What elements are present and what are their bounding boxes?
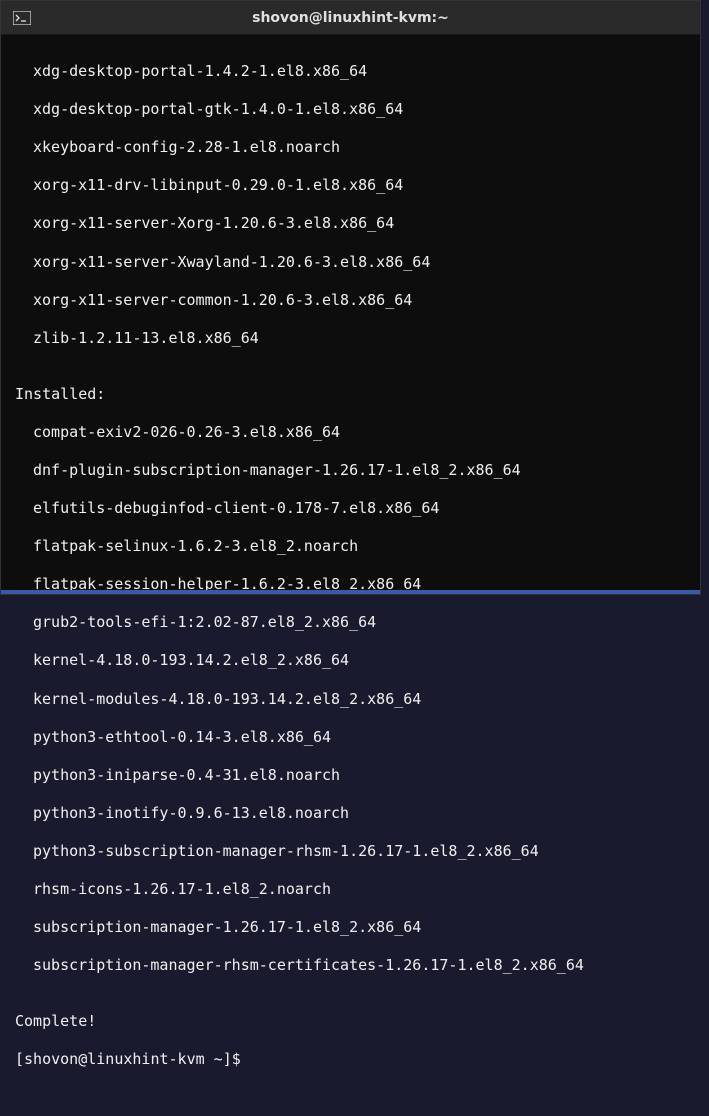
package-line: kernel-modules-4.18.0-193.14.2.el8_2.x86… [15, 690, 686, 709]
package-line: xdg-desktop-portal-gtk-1.4.0-1.el8.x86_6… [15, 100, 686, 119]
installed-header: Installed: [15, 385, 686, 404]
package-line: elfutils-debuginfod-client-0.178-7.el8.x… [15, 499, 686, 518]
package-line: subscription-manager-rhsm-certificates-1… [15, 956, 686, 975]
package-line: python3-ethtool-0.14-3.el8.x86_64 [15, 728, 686, 747]
shell-prompt[interactable]: [shovon@linuxhint-kvm ~]$ [15, 1050, 686, 1069]
complete-text: Complete! [15, 1012, 686, 1031]
package-line: xdg-desktop-portal-1.4.2-1.el8.x86_64 [15, 62, 686, 81]
titlebar: shovon@linuxhint-kvm:~ [1, 1, 700, 35]
cursor [250, 1050, 259, 1068]
prompt-text: [shovon@linuxhint-kvm ~]$ [15, 1050, 250, 1069]
package-line: rhsm-icons-1.26.17-1.el8_2.noarch [15, 880, 686, 899]
package-line: flatpak-selinux-1.6.2-3.el8_2.noarch [15, 537, 686, 556]
package-line: dnf-plugin-subscription-manager-1.26.17-… [15, 461, 686, 480]
terminal-icon [13, 11, 31, 25]
terminal-window: shovon@linuxhint-kvm:~ xdg-desktop-porta… [0, 0, 701, 595]
package-line: python3-iniparse-0.4-31.el8.noarch [15, 766, 686, 785]
package-line: xorg-x11-drv-libinput-0.29.0-1.el8.x86_6… [15, 176, 686, 195]
package-line: python3-subscription-manager-rhsm-1.26.1… [15, 842, 686, 861]
window-border [1, 590, 700, 594]
package-line: xorg-x11-server-Xorg-1.20.6-3.el8.x86_64 [15, 214, 686, 233]
package-line: xorg-x11-server-common-1.20.6-3.el8.x86_… [15, 291, 686, 310]
package-line: subscription-manager-1.26.17-1.el8_2.x86… [15, 918, 686, 937]
package-line: python3-inotify-0.9.6-13.el8.noarch [15, 804, 686, 823]
package-line: xkeyboard-config-2.28-1.el8.noarch [15, 138, 686, 157]
package-line: grub2-tools-efi-1:2.02-87.el8_2.x86_64 [15, 613, 686, 632]
package-line: compat-exiv2-026-0.26-3.el8.x86_64 [15, 423, 686, 442]
package-line: kernel-4.18.0-193.14.2.el8_2.x86_64 [15, 651, 686, 670]
package-line: zlib-1.2.11-13.el8.x86_64 [15, 329, 686, 348]
window-title: shovon@linuxhint-kvm:~ [252, 10, 449, 26]
package-line: xorg-x11-server-Xwayland-1.20.6-3.el8.x8… [15, 253, 686, 272]
terminal-output[interactable]: xdg-desktop-portal-1.4.2-1.el8.x86_64 xd… [1, 35, 700, 1116]
